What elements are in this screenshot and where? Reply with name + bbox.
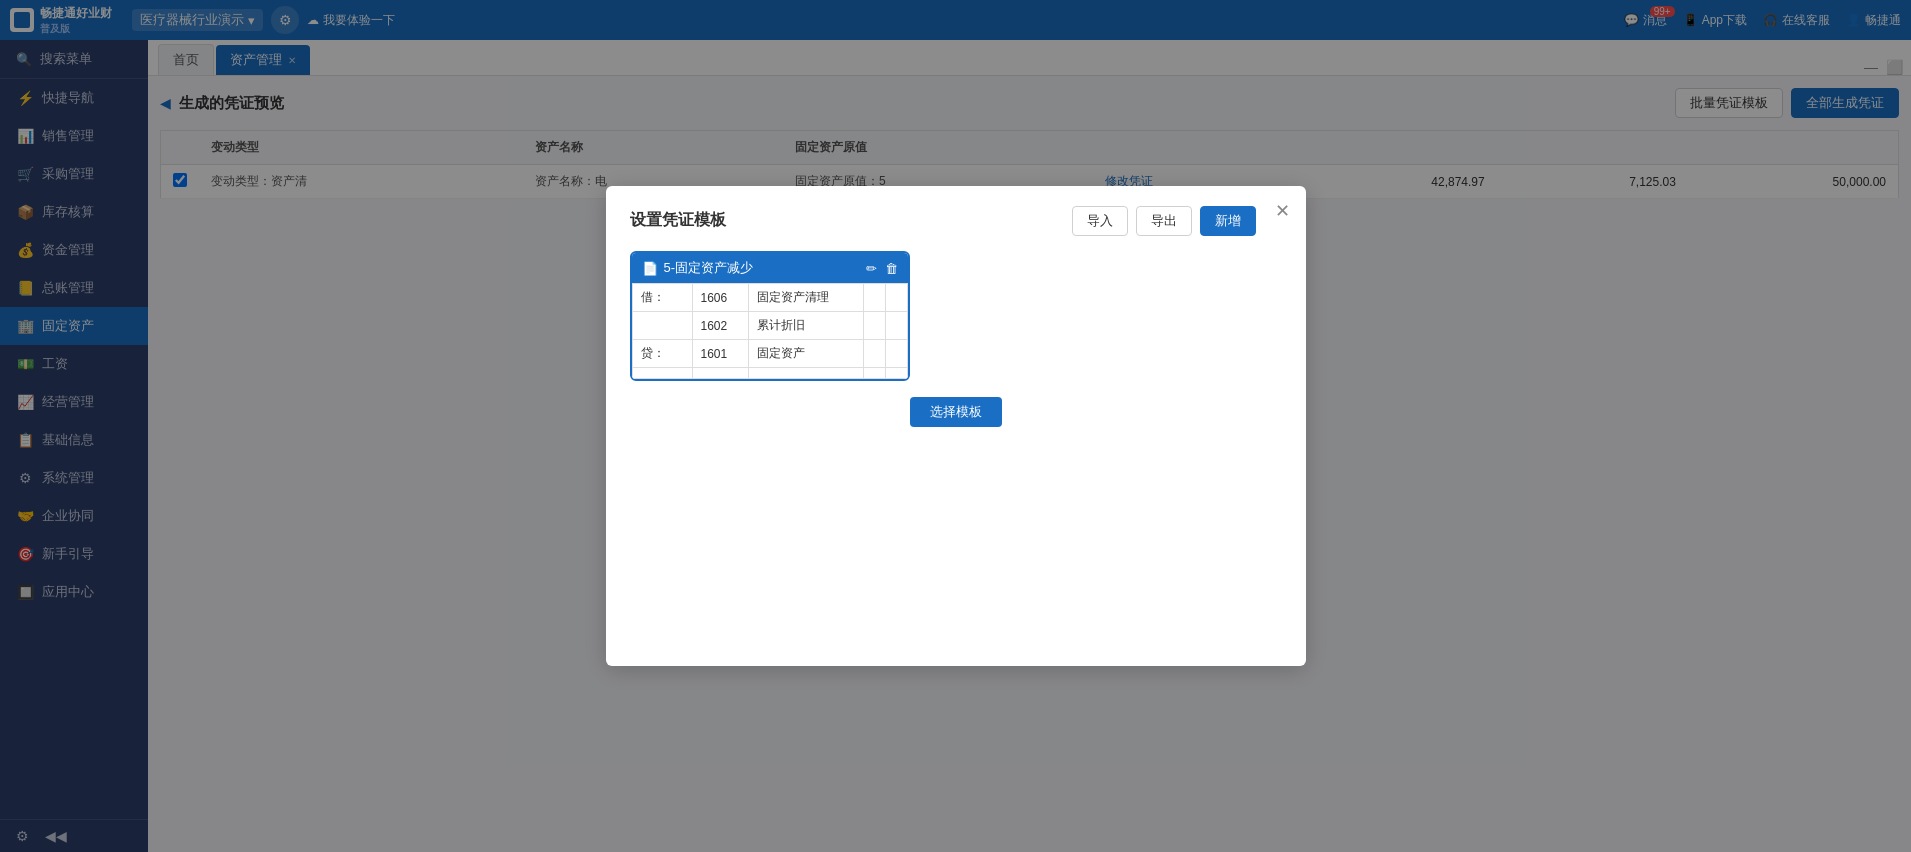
entry-subject-1: 累计折旧 bbox=[748, 312, 863, 340]
entry-code-1: 1602 bbox=[692, 312, 748, 340]
entry-debit-2 bbox=[863, 340, 885, 368]
new-template-button[interactable]: 新增 bbox=[1200, 206, 1256, 236]
modal-toolbar: 导入 导出 新增 bbox=[1072, 206, 1256, 236]
entry-direction-2: 贷： bbox=[632, 340, 692, 368]
template-entry-row bbox=[632, 368, 907, 379]
entry-subject-2: 固定资产 bbox=[748, 340, 863, 368]
entry-credit-3 bbox=[885, 368, 907, 379]
entry-code-2: 1601 bbox=[692, 340, 748, 368]
modal-overlay: 设置凭证模板 ✕ 导入 导出 新增 📄 5-固定资产减少 ✏ 🗑 bbox=[0, 0, 1911, 852]
delete-icon[interactable]: 🗑 bbox=[885, 261, 898, 276]
entry-code-0: 1606 bbox=[692, 284, 748, 312]
select-template-button[interactable]: 选择模板 bbox=[910, 397, 1002, 427]
template-card-body: 借： 1606 固定资产清理 1602 累计折旧 bbox=[632, 283, 908, 379]
modal-close-button[interactable]: ✕ bbox=[1275, 200, 1290, 222]
template-entry-row: 贷： 1601 固定资产 bbox=[632, 340, 907, 368]
template-card-title: 5-固定资产减少 bbox=[664, 259, 754, 277]
entry-credit-0 bbox=[885, 284, 907, 312]
entry-credit-2 bbox=[885, 340, 907, 368]
entry-code-3 bbox=[692, 368, 748, 379]
entry-credit-1 bbox=[885, 312, 907, 340]
template-card-header: 📄 5-固定资产减少 ✏ 🗑 bbox=[632, 253, 908, 283]
export-button[interactable]: 导出 bbox=[1136, 206, 1192, 236]
template-card-actions: ✏ 🗑 bbox=[866, 261, 898, 276]
entry-direction-0: 借： bbox=[632, 284, 692, 312]
entry-subject-3 bbox=[748, 368, 863, 379]
template-doc-icon: 📄 bbox=[642, 261, 658, 276]
template-entry-row: 1602 累计折旧 bbox=[632, 312, 907, 340]
template-entries-table: 借： 1606 固定资产清理 1602 累计折旧 bbox=[632, 283, 908, 379]
template-entry-row: 借： 1606 固定资产清理 bbox=[632, 284, 907, 312]
edit-icon[interactable]: ✏ bbox=[866, 261, 877, 276]
entry-debit-0 bbox=[863, 284, 885, 312]
entry-direction-3 bbox=[632, 368, 692, 379]
import-button[interactable]: 导入 bbox=[1072, 206, 1128, 236]
modal-dialog: 设置凭证模板 ✕ 导入 导出 新增 📄 5-固定资产减少 ✏ 🗑 bbox=[606, 186, 1306, 666]
entry-debit-3 bbox=[863, 368, 885, 379]
entry-direction-1 bbox=[632, 312, 692, 340]
entry-subject-0: 固定资产清理 bbox=[748, 284, 863, 312]
template-card: 📄 5-固定资产减少 ✏ 🗑 借： 1606 固定资产清理 bbox=[630, 251, 910, 381]
entry-debit-1 bbox=[863, 312, 885, 340]
